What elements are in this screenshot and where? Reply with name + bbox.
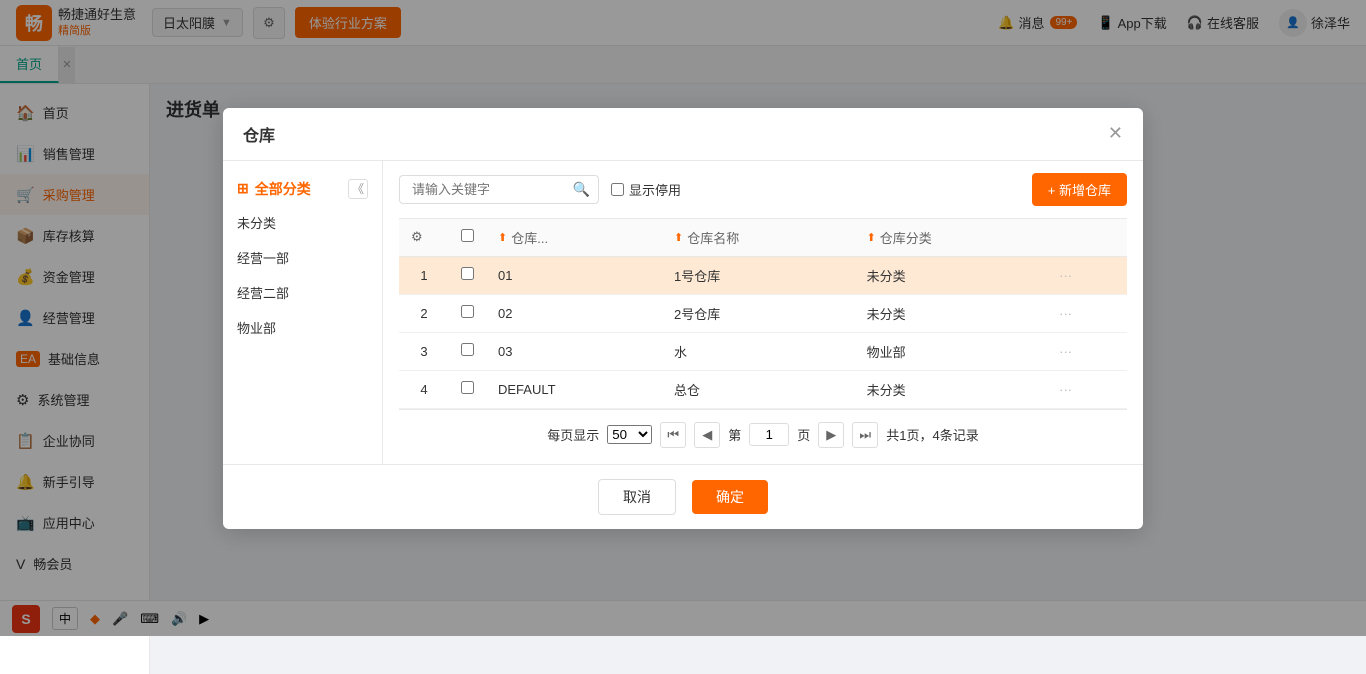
td-more-1[interactable]: ··· (1047, 294, 1127, 332)
th-code: ⬆ 仓库... (486, 218, 662, 256)
sort-icon-cat: ⬆ (867, 231, 876, 244)
modal-body: ⊞ 全部分类 《 未分类 经营一部 经营二部 物业部 🔍 (223, 161, 1143, 464)
per-page-label: 每页显示 (547, 425, 599, 444)
td-category-3: 未分类 (855, 370, 1048, 408)
page-prev-btn[interactable]: ◀ (694, 422, 720, 448)
table-panel: 🔍 显示停用 + 新增仓库 ⚙ (383, 161, 1143, 464)
td-check-0 (449, 256, 486, 294)
modal-footer: 取消 确定 (223, 464, 1143, 529)
td-more-3[interactable]: ··· (1047, 370, 1127, 408)
td-check-2 (449, 332, 486, 370)
search-input[interactable] (408, 176, 573, 203)
pagination: 每页显示 50 20 100 ⏮ ◀ 第 页 ▶ ⏭ 共1页，4条记录 (399, 409, 1127, 452)
table-row[interactable]: 3 03 水 物业部 ··· (399, 332, 1127, 370)
row-checkbox-0[interactable] (461, 267, 474, 280)
category-item-unclassified[interactable]: 未分类 (223, 205, 382, 240)
per-page-select[interactable]: 50 20 100 (607, 425, 652, 444)
td-more-0[interactable]: ··· (1047, 256, 1127, 294)
modal-overlay: 仓库 ✕ ⊞ 全部分类 《 未分类 经营一部 经营二部 物业部 (0, 0, 1366, 636)
category-item-dept1[interactable]: 经营一部 (223, 240, 382, 275)
select-all-checkbox[interactable] (461, 229, 474, 242)
table-container: ⚙ ⬆ 仓库... ⬆ (399, 218, 1127, 409)
page-first-btn[interactable]: ⏮ (660, 422, 686, 448)
th-settings: ⚙ (399, 218, 449, 256)
category-collapse-btn[interactable]: 《 (348, 179, 368, 199)
th-actions (1047, 218, 1127, 256)
td-code-0: 01 (486, 256, 662, 294)
confirm-button[interactable]: 确定 (692, 480, 768, 514)
td-name-0: 1号仓库 (662, 256, 855, 294)
td-more-2[interactable]: ··· (1047, 332, 1127, 370)
modal-close-button[interactable]: ✕ (1108, 123, 1123, 144)
page-suffix: 页 (797, 425, 810, 444)
td-check-3 (449, 370, 486, 408)
modal-title: 仓库 (243, 122, 275, 146)
show-disabled-toggle[interactable]: 显示停用 (611, 180, 681, 199)
page-number-input[interactable] (749, 423, 789, 446)
sort-icon-name: ⬆ (674, 231, 683, 244)
cancel-button[interactable]: 取消 (598, 479, 676, 515)
td-row-num: 4 (399, 370, 449, 408)
category-header: ⊞ 全部分类 《 (223, 173, 382, 205)
warehouse-modal: 仓库 ✕ ⊞ 全部分类 《 未分类 经营一部 经营二部 物业部 (223, 108, 1143, 529)
warehouse-table: ⚙ ⬆ 仓库... ⬆ (399, 218, 1127, 409)
all-categories-text: 全部分类 (255, 179, 311, 199)
table-row[interactable]: 2 02 2号仓库 未分类 ··· (399, 294, 1127, 332)
modal-header: 仓库 ✕ (223, 108, 1143, 161)
show-disabled-label: 显示停用 (629, 180, 681, 199)
page-label: 第 (728, 425, 741, 444)
th-category: ⬆ 仓库分类 (855, 218, 1048, 256)
row-checkbox-1[interactable] (461, 305, 474, 318)
row-checkbox-2[interactable] (461, 343, 474, 356)
td-row-num: 2 (399, 294, 449, 332)
table-row[interactable]: 1 01 1号仓库 未分类 ··· (399, 256, 1127, 294)
sort-icon: ⬆ (498, 231, 507, 244)
td-category-0: 未分类 (855, 256, 1048, 294)
td-name-2: 水 (662, 332, 855, 370)
td-code-2: 03 (486, 332, 662, 370)
td-category-2: 物业部 (855, 332, 1048, 370)
add-warehouse-button[interactable]: + 新增仓库 (1032, 173, 1127, 206)
grid-icon: ⊞ (237, 180, 249, 197)
category-item-property[interactable]: 物业部 (223, 310, 382, 345)
search-input-wrap: 🔍 (399, 175, 599, 204)
table-row[interactable]: 4 DEFAULT 总仓 未分类 ··· (399, 370, 1127, 408)
table-toolbar: 🔍 显示停用 + 新增仓库 (399, 173, 1127, 206)
th-check (449, 218, 486, 256)
td-row-num: 1 (399, 256, 449, 294)
row-checkbox-3[interactable] (461, 381, 474, 394)
category-item-dept2[interactable]: 经营二部 (223, 275, 382, 310)
total-info: 共1页，4条记录 (886, 425, 978, 444)
td-check-1 (449, 294, 486, 332)
td-row-num: 3 (399, 332, 449, 370)
page-last-btn[interactable]: ⏭ (852, 422, 878, 448)
category-panel: ⊞ 全部分类 《 未分类 经营一部 经营二部 物业部 (223, 161, 383, 464)
table-body: 1 01 1号仓库 未分类 ··· 2 02 2号仓库 未分类 ··· 3 03… (399, 256, 1127, 408)
show-disabled-checkbox[interactable] (611, 183, 624, 196)
page-next-btn[interactable]: ▶ (818, 422, 844, 448)
th-name: ⬆ 仓库名称 (662, 218, 855, 256)
td-code-3: DEFAULT (486, 370, 662, 408)
td-name-3: 总仓 (662, 370, 855, 408)
table-header-row: ⚙ ⬆ 仓库... ⬆ (399, 218, 1127, 256)
td-category-1: 未分类 (855, 294, 1048, 332)
td-code-1: 02 (486, 294, 662, 332)
td-name-1: 2号仓库 (662, 294, 855, 332)
search-icon: 🔍 (573, 181, 590, 198)
all-categories-label[interactable]: ⊞ 全部分类 (237, 179, 311, 199)
